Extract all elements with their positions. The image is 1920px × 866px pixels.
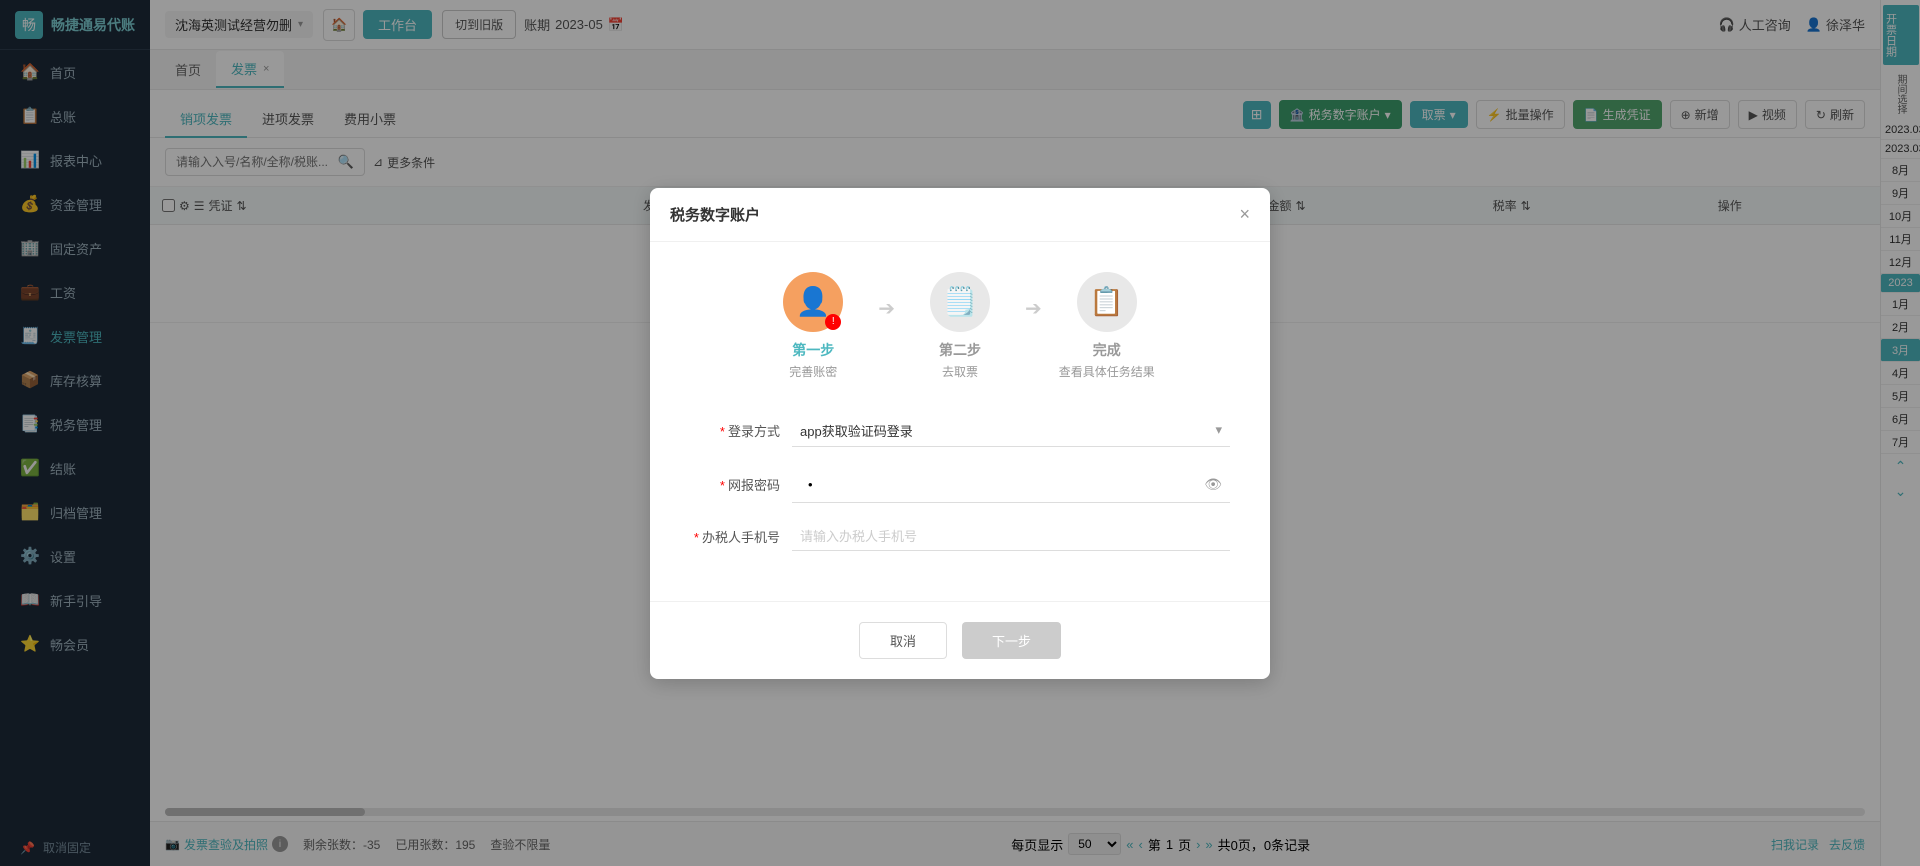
step-3-label: 完成 (1093, 340, 1121, 360)
modal-footer: 取消 下一步 (650, 601, 1270, 679)
modal-close-button[interactable]: × (1239, 204, 1250, 225)
login-method-value: app获取验证码登录 (800, 421, 913, 440)
step-3: 📋 完成 查看具体任务结果 (1047, 272, 1167, 380)
document-icon: 🗒️ (943, 285, 978, 318)
modal-title: 税务数字账户 (670, 204, 760, 225)
phone-input[interactable] (792, 523, 1230, 551)
steps-container: 👤 ! 第一步 完善账密 ➔ 🗒️ 第二步 去取票 ➔ (690, 272, 1230, 380)
login-method-label: 登录方式 (690, 421, 780, 440)
step-2: 🗒️ 第二步 去取票 (900, 272, 1020, 380)
step-1: 👤 ! 第一步 完善账密 (753, 272, 873, 380)
modal-overlay: 税务数字账户 × 👤 ! 第一步 完善账密 ➔ 🗒️ (0, 0, 1920, 866)
login-method-row: 登录方式 app获取验证码登录 ▾ (690, 415, 1230, 447)
step-2-label: 第二步 (939, 340, 981, 360)
select-arrow-icon: ▾ (1215, 422, 1222, 438)
password-input[interactable] (800, 471, 1199, 498)
tax-digital-account-modal: 税务数字账户 × 👤 ! 第一步 完善账密 ➔ 🗒️ (650, 188, 1270, 679)
phone-label: 办税人手机号 (690, 527, 780, 546)
password-row: 网报密码 👁 (690, 467, 1230, 503)
eye-toggle-icon[interactable]: 👁 (1204, 476, 1222, 493)
step-3-desc: 查看具体任务结果 (1059, 363, 1155, 380)
step-1-icon: 👤 ! (783, 272, 843, 332)
step-2-icon: 🗒️ (930, 272, 990, 332)
step-2-desc: 去取票 (942, 363, 978, 380)
next-button[interactable]: 下一步 (962, 622, 1061, 659)
password-label: 网报密码 (690, 475, 780, 494)
step-1-badge: ! (825, 314, 841, 330)
step-arrow-1: ➔ (878, 296, 895, 356)
modal-header: 税务数字账户 × (650, 188, 1270, 242)
modal-body: 👤 ! 第一步 完善账密 ➔ 🗒️ 第二步 去取票 ➔ (650, 242, 1270, 601)
phone-row: 办税人手机号 (690, 523, 1230, 551)
step-1-desc: 完善账密 (789, 363, 837, 380)
person-card-icon: 👤 (796, 285, 831, 318)
checklist-icon: 📋 (1089, 285, 1124, 318)
step-arrow-2: ➔ (1025, 296, 1042, 356)
login-method-select[interactable]: app获取验证码登录 ▾ (792, 415, 1230, 447)
step-3-icon: 📋 (1077, 272, 1137, 332)
step-1-label: 第一步 (792, 340, 834, 360)
password-field-wrap: 👁 (792, 467, 1230, 503)
cancel-button[interactable]: 取消 (859, 622, 947, 659)
